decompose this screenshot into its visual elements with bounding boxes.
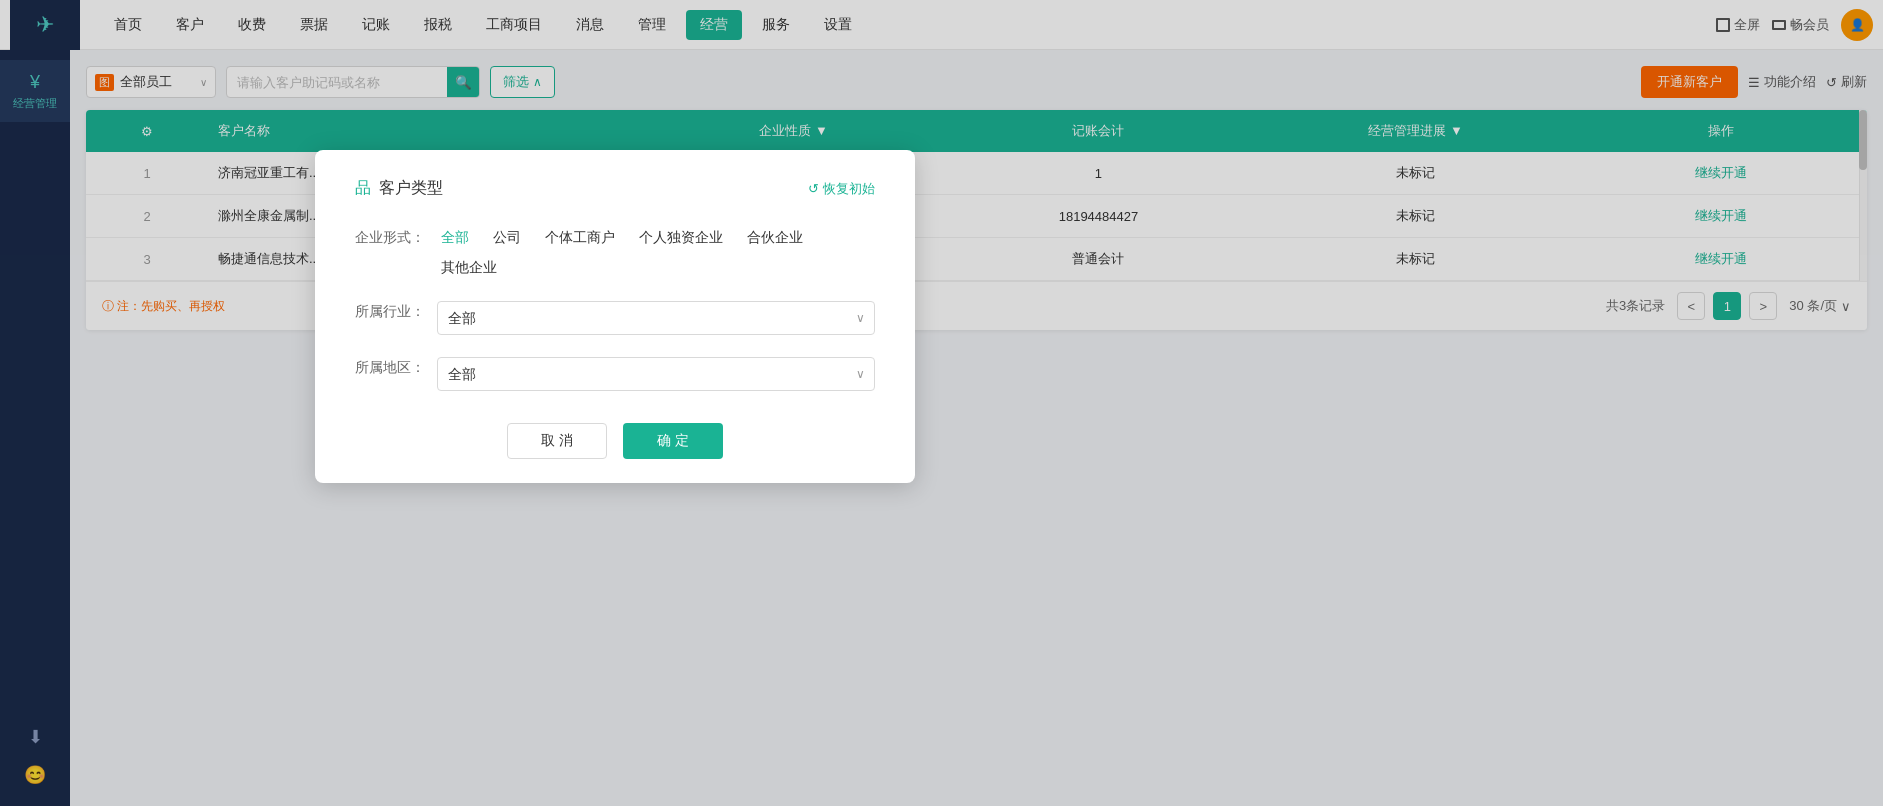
reset-label: 恢复初始 <box>823 180 875 198</box>
confirm-button[interactable]: 确 定 <box>623 423 723 459</box>
region-label: 所属地区： <box>355 357 425 377</box>
modal-footer: 取 消 确 定 <box>355 423 875 459</box>
cancel-button[interactable]: 取 消 <box>507 423 607 459</box>
option-sole[interactable]: 个人独资企业 <box>635 227 727 249</box>
modal-header: 品 客户类型 ↺ 恢复初始 <box>355 178 875 199</box>
option-other[interactable]: 其他企业 <box>437 257 501 279</box>
reset-button[interactable]: ↺ 恢复初始 <box>808 180 875 198</box>
region-form-row: 所属地区： 全部 ∨ <box>355 357 875 391</box>
region-select-wrap: 全部 ∨ <box>437 357 875 391</box>
option-individual[interactable]: 个体工商户 <box>541 227 619 249</box>
option-partnership[interactable]: 合伙企业 <box>743 227 807 249</box>
modal-title-text: 客户类型 <box>379 178 443 199</box>
enterprise-label: 企业形式： <box>355 227 425 247</box>
option-all[interactable]: 全部 <box>437 227 473 249</box>
enterprise-options: 全部 公司 个体工商户 个人独资企业 合伙企业 其他企业 <box>437 227 875 279</box>
modal-title-icon: 品 <box>355 178 371 199</box>
industry-select-wrap: 全部 ∨ <box>437 301 875 335</box>
industry-label: 所属行业： <box>355 301 425 321</box>
modal-overlay: 品 客户类型 ↺ 恢复初始 企业形式： 全部 公司 个体工商户 个人独资企业 合… <box>0 0 1883 806</box>
enterprise-form-row: 企业形式： 全部 公司 个体工商户 个人独资企业 合伙企业 其他企业 <box>355 227 875 279</box>
reset-icon: ↺ <box>808 181 819 196</box>
filter-modal: 品 客户类型 ↺ 恢复初始 企业形式： 全部 公司 个体工商户 个人独资企业 合… <box>315 150 915 483</box>
modal-title: 品 客户类型 <box>355 178 443 199</box>
option-company[interactable]: 公司 <box>489 227 525 249</box>
region-select[interactable]: 全部 <box>437 357 875 391</box>
industry-form-row: 所属行业： 全部 ∨ <box>355 301 875 335</box>
industry-select[interactable]: 全部 <box>437 301 875 335</box>
